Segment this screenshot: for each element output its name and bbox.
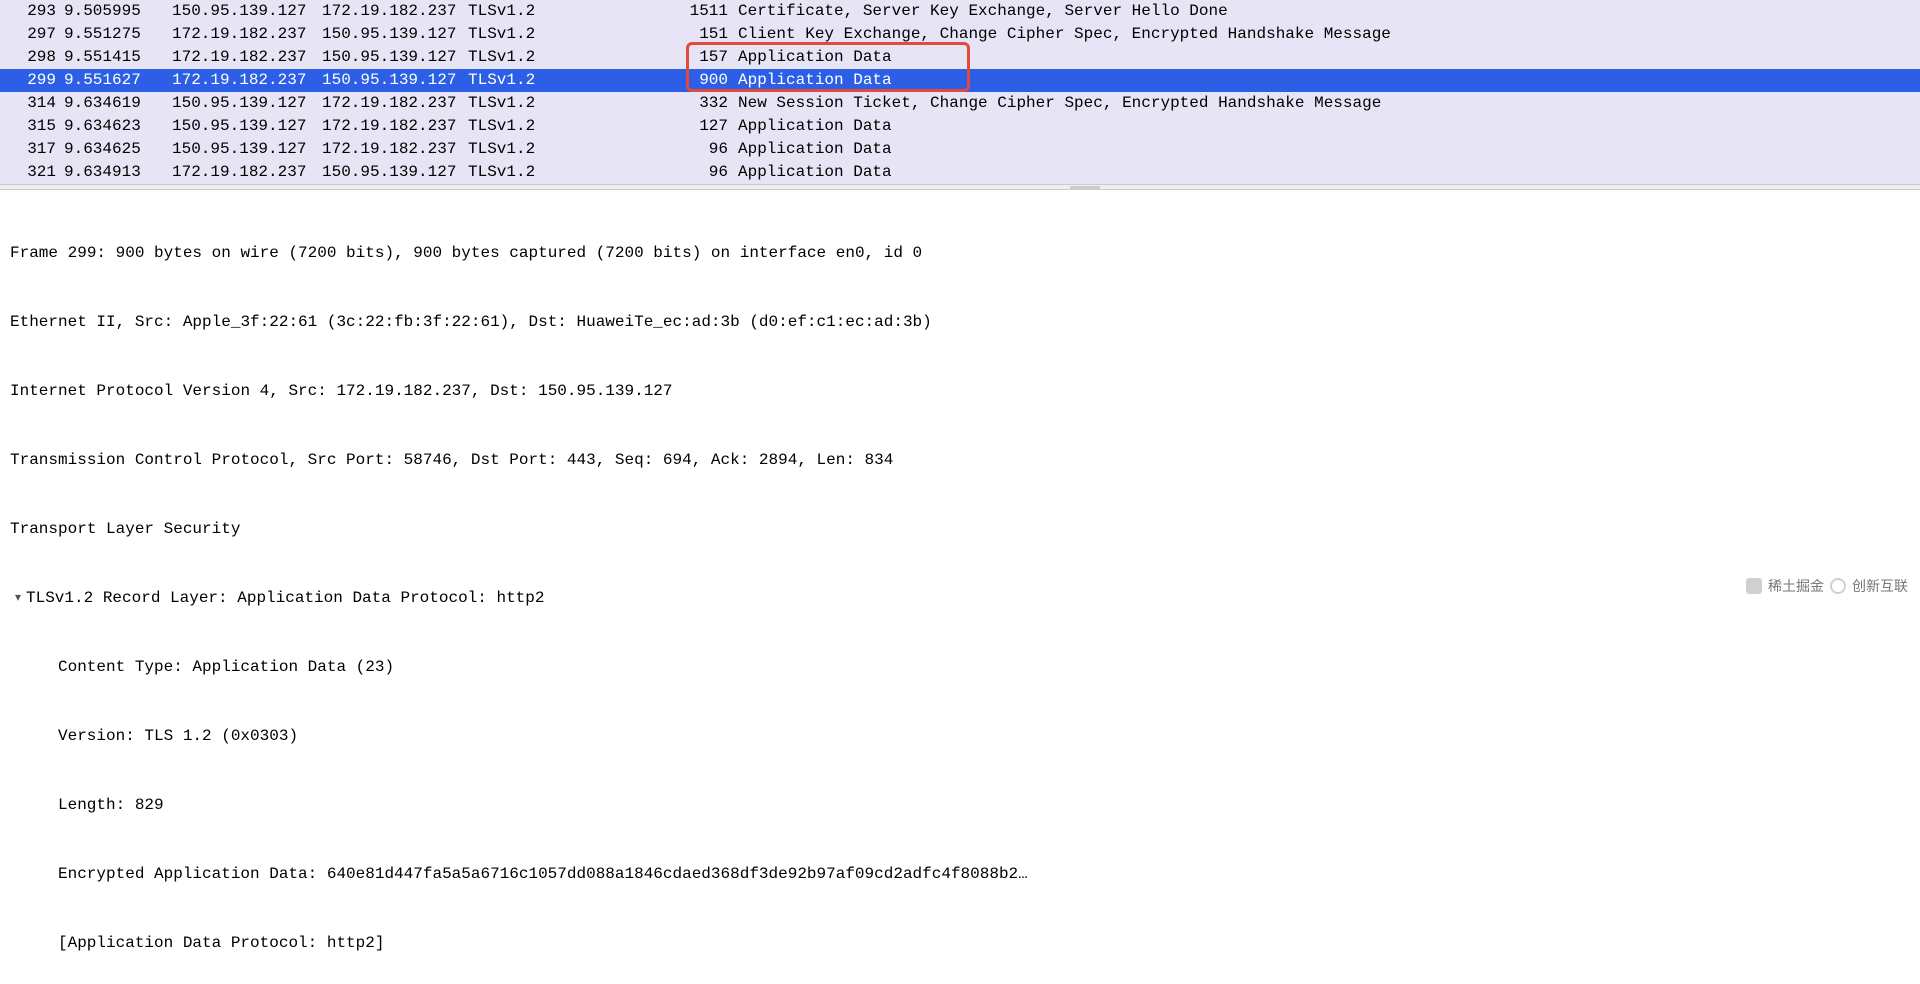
packet-col-no: 317 <box>0 138 64 161</box>
packet-col-no: 321 <box>0 161 64 184</box>
detail-tcp[interactable]: Transmission Control Protocol, Src Port:… <box>10 449 1910 472</box>
packet-col-no: 299 <box>0 69 64 92</box>
packet-col-src: 150.95.139.127 <box>172 138 322 161</box>
packet-col-dst: 172.19.182.237 <box>322 92 468 115</box>
packet-col-proto: TLSv1.2 <box>468 46 588 69</box>
detail-record-label: TLSv1.2 Record Layer: Application Data P… <box>26 587 544 610</box>
detail-frame[interactable]: Frame 299: 900 bytes on wire (7200 bits)… <box>10 242 1910 265</box>
packet-col-len: 1511 <box>588 0 738 23</box>
packet-col-time: 9.634625 <box>64 138 172 161</box>
packet-col-no: 297 <box>0 23 64 46</box>
packet-details[interactable]: Frame 299: 900 bytes on wire (7200 bits)… <box>0 190 1920 984</box>
packet-col-time: 9.634913 <box>64 161 172 184</box>
watermark-text-1: 稀土掘金 <box>1768 576 1824 596</box>
detail-record[interactable]: ▾TLSv1.2 Record Layer: Application Data … <box>10 587 1910 610</box>
packet-col-dst: 150.95.139.127 <box>322 69 468 92</box>
packet-col-info: Application Data <box>738 46 1920 69</box>
detail-ip[interactable]: Internet Protocol Version 4, Src: 172.19… <box>10 380 1910 403</box>
detail-tls[interactable]: Transport Layer Security <box>10 518 1910 541</box>
packet-col-no: 314 <box>0 92 64 115</box>
packet-row[interactable]: 3149.634619150.95.139.127172.19.182.237T… <box>0 92 1920 115</box>
packet-col-info: Application Data <box>738 138 1920 161</box>
packet-col-info: Certificate, Server Key Exchange, Server… <box>738 0 1920 23</box>
packet-row[interactable]: 3179.634625150.95.139.127172.19.182.237T… <box>0 138 1920 161</box>
packet-col-len: 127 <box>588 115 738 138</box>
packet-row[interactable]: 2999.551627172.19.182.237150.95.139.127T… <box>0 69 1920 92</box>
packet-col-proto: TLSv1.2 <box>468 92 588 115</box>
packet-col-dst: 172.19.182.237 <box>322 0 468 23</box>
packet-col-no: 298 <box>0 46 64 69</box>
packet-col-time: 9.551415 <box>64 46 172 69</box>
packet-col-info: Application Data <box>738 115 1920 138</box>
packet-row[interactable]: 2979.551275172.19.182.237150.95.139.127T… <box>0 23 1920 46</box>
packet-col-no: 315 <box>0 115 64 138</box>
packet-col-src: 172.19.182.237 <box>172 69 322 92</box>
packet-col-len: 900 <box>588 69 738 92</box>
detail-app-proto[interactable]: [Application Data Protocol: http2] <box>10 932 1910 955</box>
packet-col-src: 150.95.139.127 <box>172 115 322 138</box>
watermark: 稀土掘金 创新互联 <box>1746 576 1908 596</box>
packet-col-info: Application Data <box>738 161 1920 184</box>
packet-col-dst: 172.19.182.237 <box>322 115 468 138</box>
packet-col-time: 9.551627 <box>64 69 172 92</box>
packet-col-len: 157 <box>588 46 738 69</box>
packet-col-proto: TLSv1.2 <box>468 69 588 92</box>
packet-col-src: 172.19.182.237 <box>172 23 322 46</box>
packet-col-dst: 150.95.139.127 <box>322 161 468 184</box>
packet-col-proto: TLSv1.2 <box>468 23 588 46</box>
packet-col-src: 150.95.139.127 <box>172 0 322 23</box>
packet-col-len: 96 <box>588 161 738 184</box>
detail-ethernet[interactable]: Ethernet II, Src: Apple_3f:22:61 (3c:22:… <box>10 311 1910 334</box>
packet-col-src: 172.19.182.237 <box>172 46 322 69</box>
packet-col-len: 96 <box>588 138 738 161</box>
packet-col-info: New Session Ticket, Change Cipher Spec, … <box>738 92 1920 115</box>
packet-col-proto: TLSv1.2 <box>468 115 588 138</box>
packet-col-src: 172.19.182.237 <box>172 161 322 184</box>
packet-col-time: 9.634619 <box>64 92 172 115</box>
packet-col-len: 332 <box>588 92 738 115</box>
watermark-text-2: 创新互联 <box>1852 576 1908 596</box>
packet-list[interactable]: 2939.505995150.95.139.127172.19.182.237T… <box>0 0 1920 184</box>
packet-col-info: Client Key Exchange, Change Cipher Spec,… <box>738 23 1920 46</box>
packet-col-src: 150.95.139.127 <box>172 92 322 115</box>
packet-col-dst: 150.95.139.127 <box>322 46 468 69</box>
packet-col-proto: TLSv1.2 <box>468 0 588 23</box>
splitter[interactable] <box>0 184 1920 190</box>
detail-version[interactable]: Version: TLS 1.2 (0x0303) <box>10 725 1910 748</box>
packet-row[interactable]: 3159.634623150.95.139.127172.19.182.237T… <box>0 115 1920 138</box>
detail-content-type[interactable]: Content Type: Application Data (23) <box>10 656 1910 679</box>
packet-col-time: 9.551275 <box>64 23 172 46</box>
packet-col-time: 9.505995 <box>64 0 172 23</box>
packet-col-info: Application Data <box>738 69 1920 92</box>
packet-row[interactable]: 2939.505995150.95.139.127172.19.182.237T… <box>0 0 1920 23</box>
packet-col-proto: TLSv1.2 <box>468 161 588 184</box>
packet-col-dst: 172.19.182.237 <box>322 138 468 161</box>
packet-col-dst: 150.95.139.127 <box>322 23 468 46</box>
detail-length[interactable]: Length: 829 <box>10 794 1910 817</box>
packet-col-time: 9.634623 <box>64 115 172 138</box>
packet-row[interactable]: 3219.634913172.19.182.237150.95.139.127T… <box>0 161 1920 184</box>
chevron-down-icon[interactable]: ▾ <box>10 587 26 610</box>
packet-col-no: 293 <box>0 0 64 23</box>
packet-col-len: 151 <box>588 23 738 46</box>
packet-col-proto: TLSv1.2 <box>468 138 588 161</box>
packet-row[interactable]: 2989.551415172.19.182.237150.95.139.127T… <box>0 46 1920 69</box>
detail-encrypted-data[interactable]: Encrypted Application Data: 640e81d447fa… <box>10 863 1910 886</box>
